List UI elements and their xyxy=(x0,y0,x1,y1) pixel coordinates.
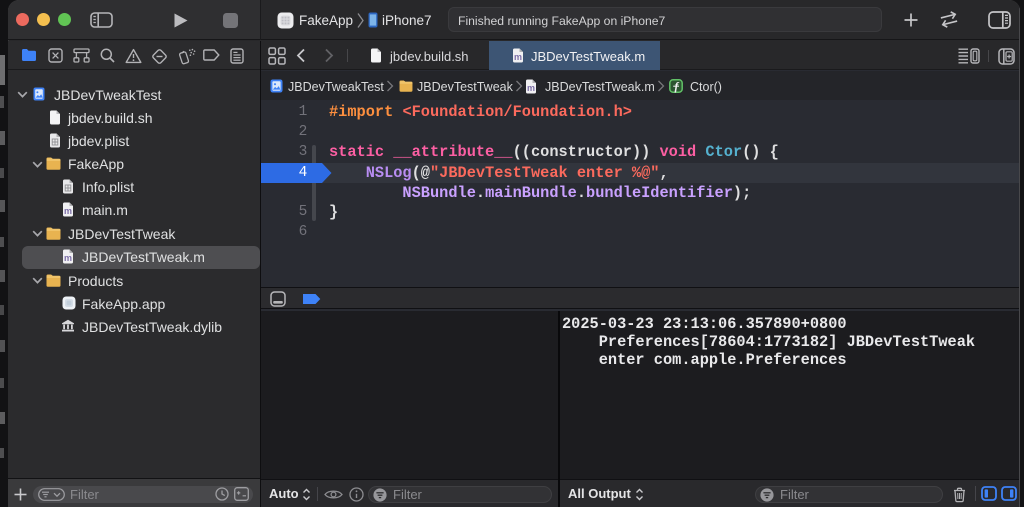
svg-text:m: m xyxy=(514,52,522,62)
svg-text:m: m xyxy=(63,253,71,263)
svg-text:m: m xyxy=(63,206,71,216)
svg-text:m: m xyxy=(527,83,535,93)
